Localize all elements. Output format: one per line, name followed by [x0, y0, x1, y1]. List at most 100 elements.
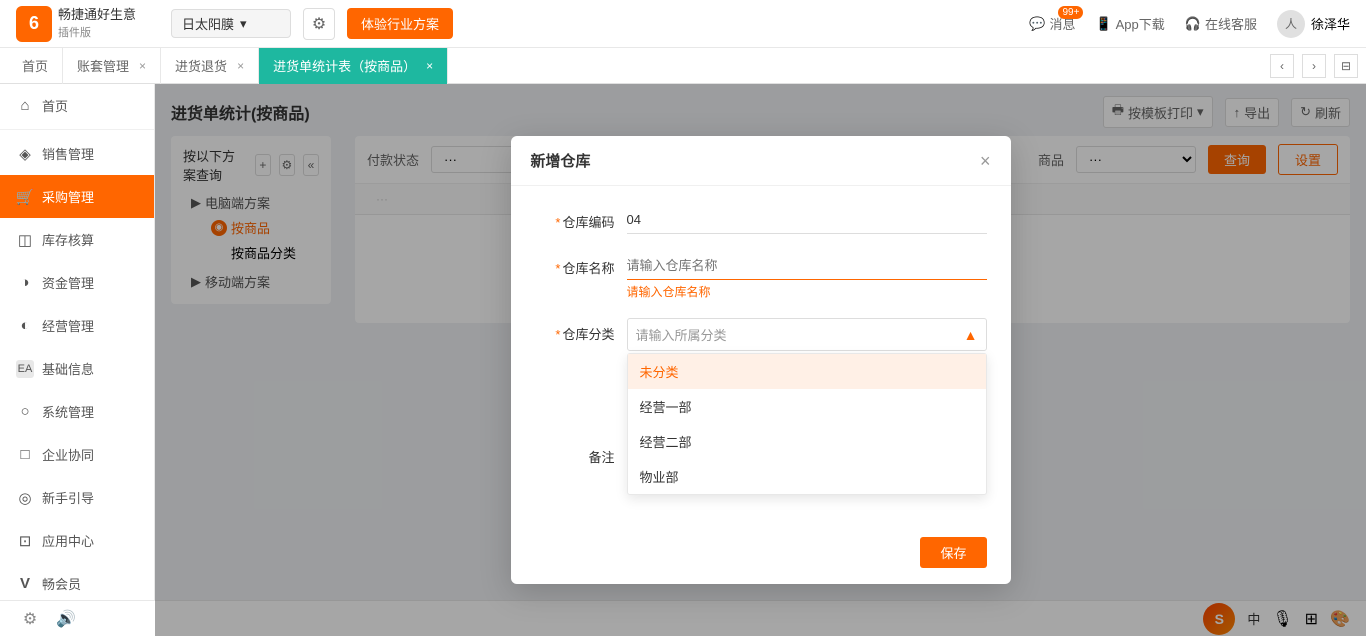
name-input[interactable] — [627, 252, 987, 280]
sidebar-item-guide[interactable]: ◎ 新手引导 — [0, 476, 154, 519]
inventory-icon: ◫ — [16, 231, 34, 249]
finance-icon: ◑ — [16, 274, 34, 292]
app-download-item[interactable]: 📱 App下载 — [1095, 14, 1164, 33]
sidebar-label-apps: 应用中心 — [42, 531, 94, 550]
dropdown-item-2[interactable]: 经营二部 — [628, 424, 986, 459]
dropdown-item-3[interactable]: 物业部 — [628, 459, 986, 494]
tab-account-close[interactable]: × — [139, 59, 146, 73]
sidebar-item-apps[interactable]: ⊡ 应用中心 — [0, 519, 154, 562]
chevron-down-icon: ▾ — [240, 16, 247, 32]
name-error-msg: 请输入仓库名称 — [627, 283, 987, 300]
tab-home-label: 首页 — [22, 56, 48, 75]
category-input-wrap: 请输入所属分类 ▲ 未分类 经营一部 经营二部 物业部 — [627, 318, 987, 351]
trial-button[interactable]: 体验行业方案 — [347, 8, 453, 39]
logo-icon: 6 — [16, 6, 52, 42]
category-placeholder: 请输入所属分类 — [636, 325, 727, 344]
tab-purchase-return-close[interactable]: × — [237, 59, 244, 73]
store-selector[interactable]: 日太阳膜 ▾ — [171, 9, 291, 38]
name-label: *仓库名称 — [535, 252, 615, 277]
tab-bar: 首页 账套管理 × 进货退货 × 进货单统计表（按商品） × ‹ › ⊟ — [0, 48, 1366, 84]
notification-item[interactable]: 💬 消息 99+ — [1029, 14, 1075, 33]
name-required: * — [555, 261, 560, 276]
sidebar-label-basic: 基础信息 — [42, 359, 94, 378]
dropdown-item-1[interactable]: 经营一部 — [628, 389, 986, 424]
username-label: 徐泽华 — [1311, 14, 1350, 33]
dialog-title: 新增仓库 — [531, 150, 591, 171]
code-required: * — [555, 215, 560, 230]
apps-icon: ⊡ — [16, 532, 34, 550]
form-row-category: *仓库分类 请输入所属分类 ▲ 未分类 经营一部 — [535, 318, 987, 351]
sidebar-item-purchase[interactable]: 🛒 采购管理 — [0, 175, 154, 218]
code-input-wrap — [627, 206, 987, 234]
tab-purchase-return[interactable]: 进货退货 × — [161, 48, 259, 84]
tab-purchase-stats-close[interactable]: × — [426, 59, 433, 73]
sidebar-item-member[interactable]: V 畅会员 — [0, 562, 154, 605]
content-area: 进货单统计(按商品) 🖶 按模板打印 ▾ ↑ 导出 ↻ 刷新 — [155, 84, 1366, 636]
sidebar-item-inventory[interactable]: ◫ 库存核算 — [0, 218, 154, 261]
bottom-sound-icon[interactable]: 🔊 — [52, 605, 80, 633]
sidebar-item-operation[interactable]: ◐ 经营管理 — [0, 304, 154, 347]
sidebar-item-basic[interactable]: EA 基础信息 — [0, 347, 154, 390]
dialog-header: 新增仓库 × — [511, 136, 1011, 186]
name-input-wrap: 请输入仓库名称 — [627, 252, 987, 300]
guide-icon: ◎ — [16, 489, 34, 507]
user-avatar-area[interactable]: 人 徐泽华 — [1277, 10, 1350, 38]
sidebar-label-sales: 销售管理 — [42, 144, 94, 163]
member-icon: V — [16, 575, 34, 593]
main-layout: ⌂ 首页 ◈ 销售管理 🛒 采购管理 ◫ 库存核算 ◑ 资金管理 ◐ — [0, 84, 1366, 636]
form-row-code: *仓库编码 — [535, 206, 987, 234]
code-input[interactable] — [627, 206, 987, 234]
tab-account[interactable]: 账套管理 × — [63, 48, 161, 84]
tab-home[interactable]: 首页 — [8, 48, 63, 84]
chevron-up-icon: ▲ — [964, 327, 978, 343]
service-icon: 🎧 — [1185, 16, 1201, 32]
dialog-footer: 保存 — [511, 525, 1011, 584]
tab-next-button[interactable]: › — [1302, 54, 1326, 78]
sidebar-label-guide: 新手引导 — [42, 488, 94, 507]
page-wrapper: 6 畅捷通好生意 插件版 日太阳膜 ▾ ⚙ 体验行业方案 💬 消息 99+ 📱 — [0, 0, 1366, 636]
code-label: *仓库编码 — [535, 206, 615, 231]
sidebar-item-system[interactable]: ○ 系统管理 — [0, 390, 154, 433]
category-required: * — [555, 327, 560, 342]
settings-button[interactable]: ⚙ — [303, 8, 335, 40]
sidebar-item-sales[interactable]: ◈ 销售管理 — [0, 132, 154, 175]
sidebar-label-purchase: 采购管理 — [42, 187, 94, 206]
dialog-overlay: 新增仓库 × *仓库编码 — [155, 84, 1366, 636]
dropdown-item-0[interactable]: 未分类 — [628, 354, 986, 389]
tab-purchase-stats[interactable]: 进货单统计表（按商品） × — [259, 48, 448, 84]
tab-purchase-stats-label: 进货单统计表（按商品） — [273, 56, 416, 75]
system-icon: ○ — [16, 403, 34, 421]
tab-menu-button[interactable]: ⊟ — [1334, 54, 1358, 78]
tab-controls: ‹ › ⊟ — [1270, 54, 1358, 78]
tab-purchase-return-label: 进货退货 — [175, 56, 227, 75]
notification-badge: 99+ — [1058, 6, 1083, 19]
sidebar-label-inventory: 库存核算 — [42, 230, 94, 249]
save-button[interactable]: 保存 — [920, 537, 986, 568]
remark-label: 备注 — [535, 441, 615, 466]
sidebar-label-finance: 资金管理 — [42, 273, 94, 292]
category-dropdown: 未分类 经营一部 经营二部 物业部 — [627, 353, 987, 495]
bottom-settings-icon[interactable]: ⚙ — [16, 605, 44, 633]
sidebar-item-home[interactable]: ⌂ 首页 — [0, 84, 154, 127]
sidebar-divider-1 — [0, 129, 154, 130]
home-icon: ⌂ — [16, 97, 34, 115]
sidebar-label-operation: 经营管理 — [42, 316, 94, 335]
sidebar-item-enterprise[interactable]: □ 企业协同 — [0, 433, 154, 476]
dialog-close-button[interactable]: × — [980, 152, 991, 170]
tab-prev-button[interactable]: ‹ — [1270, 54, 1294, 78]
category-select[interactable]: 请输入所属分类 ▲ — [627, 318, 987, 351]
sidebar-label-enterprise: 企业协同 — [42, 445, 94, 464]
top-header: 6 畅捷通好生意 插件版 日太阳膜 ▾ ⚙ 体验行业方案 💬 消息 99+ 📱 — [0, 0, 1366, 48]
sidebar-label-member: 畅会员 — [42, 574, 81, 593]
purchase-icon: 🛒 — [16, 188, 34, 206]
operation-icon: ◐ — [16, 317, 34, 335]
sales-icon: ◈ — [16, 145, 34, 163]
bottom-left: ⚙ 🔊 — [16, 605, 80, 633]
form-row-name: *仓库名称 请输入仓库名称 — [535, 252, 987, 300]
logo-area: 6 畅捷通好生意 插件版 — [16, 6, 171, 42]
tab-account-label: 账套管理 — [77, 56, 129, 75]
sidebar-item-finance[interactable]: ◑ 资金管理 — [0, 261, 154, 304]
logo-sub: 插件版 — [58, 24, 136, 40]
service-item[interactable]: 🎧 在线客服 — [1185, 14, 1257, 33]
enterprise-icon: □ — [16, 446, 34, 464]
